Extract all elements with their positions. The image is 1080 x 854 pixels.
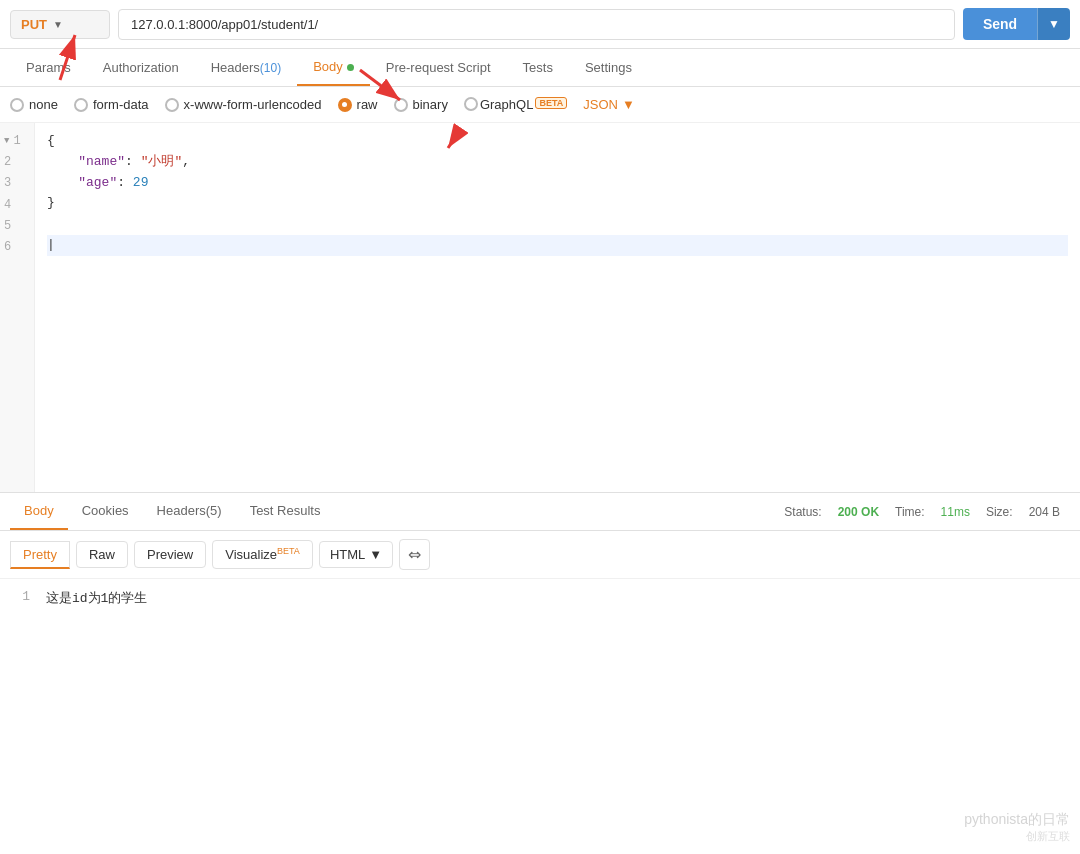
key-age: "age" [78, 175, 117, 190]
size-label: Size: [986, 505, 1013, 519]
code-editor[interactable]: ▼ 1 2 3 4 5 6 { "name": "小明", "age": 29 … [0, 123, 1080, 493]
json-format-label: JSON [583, 97, 618, 112]
code-line-6: | [47, 235, 1068, 256]
response-tab-bar: Body Cookies Headers(5) Test Results Sta… [0, 493, 1080, 531]
time-label: Time: [895, 505, 925, 519]
code-line-1: { [47, 131, 1068, 152]
json-format-dropdown[interactable]: JSON ▼ [583, 97, 635, 112]
option-raw[interactable]: raw [338, 97, 378, 112]
method-value: PUT [21, 17, 47, 32]
tab-body[interactable]: Body [297, 49, 370, 86]
response-line-num-1: 1 [10, 589, 30, 607]
format-type-dropdown[interactable]: HTML ▼ [319, 541, 393, 568]
tab-headers[interactable]: Headers(10) [195, 50, 297, 85]
status-value: 200 OK [838, 505, 879, 519]
status-label: Status: [784, 505, 821, 519]
tab-params[interactable]: Params [10, 50, 87, 85]
code-line-5 [47, 214, 1068, 235]
radio-graphql [464, 97, 478, 111]
val-age: 29 [133, 175, 149, 190]
code-content[interactable]: { "name": "小明", "age": 29 } | [35, 123, 1080, 492]
line-num-3: 3 [0, 173, 34, 194]
headers-badge: (10) [260, 61, 281, 75]
response-tabs: Body Cookies Headers(5) Test Results [10, 493, 334, 530]
radio-binary [394, 98, 408, 112]
format-visualize[interactable]: VisualizeBETA [212, 540, 313, 568]
request-tab-bar: Params Authorization Headers(10) Body Pr… [0, 49, 1080, 87]
watermark-line1: pythonista的日常 [964, 811, 1070, 829]
response-tab-test-results[interactable]: Test Results [236, 493, 335, 530]
json-dropdown-arrow: ▼ [622, 97, 635, 112]
send-dropdown-arrow[interactable]: ▼ [1037, 8, 1070, 40]
method-dropdown[interactable]: PUT ▼ [10, 10, 110, 39]
radio-raw [338, 98, 352, 112]
code-line-3: "age": 29 [47, 173, 1068, 194]
format-type-label: HTML [330, 547, 365, 562]
url-input[interactable] [118, 9, 955, 40]
radio-none [10, 98, 24, 112]
option-formdata-label: form-data [93, 97, 149, 112]
radio-urlencoded [165, 98, 179, 112]
option-graphql[interactable]: GraphQLBETA [464, 97, 567, 112]
key-name: "name" [78, 154, 125, 169]
tab-authorization[interactable]: Authorization [87, 50, 195, 85]
option-raw-label: raw [357, 97, 378, 112]
format-raw[interactable]: Raw [76, 541, 128, 568]
response-headers-badge: (5) [206, 503, 222, 518]
tab-headers-label: Headers [211, 60, 260, 75]
tab-tests[interactable]: Tests [507, 50, 569, 85]
send-button-group: Send ▼ [963, 8, 1070, 40]
line-num-5: 5 [0, 216, 34, 237]
response-body: 1 这是id为1的学生 [0, 579, 1080, 617]
radio-formdata [74, 98, 88, 112]
time-value: 11ms [941, 505, 970, 519]
line-num-1: ▼ 1 [0, 131, 34, 152]
line-num-4: 4 [0, 195, 34, 216]
body-active-dot [347, 64, 354, 71]
visualize-beta-tag: BETA [277, 546, 300, 556]
wrap-button[interactable]: ⇔ [399, 539, 430, 570]
code-line-4: } [47, 193, 1068, 214]
option-binary[interactable]: binary [394, 97, 448, 112]
option-urlencoded[interactable]: x-www-form-urlencoded [165, 97, 322, 112]
format-pretty[interactable]: Pretty [10, 541, 70, 569]
val-name: "小明" [141, 154, 183, 169]
size-value: 204 B [1029, 505, 1060, 519]
option-none[interactable]: none [10, 97, 58, 112]
response-status-bar: Status: 200 OK Time: 11ms Size: 204 B [784, 505, 1070, 519]
response-line-1: 1 这是id为1的学生 [10, 589, 1070, 607]
format-dropdown-arrow: ▼ [369, 547, 382, 562]
tab-body-label: Body [313, 59, 343, 74]
send-button[interactable]: Send [963, 8, 1037, 40]
option-graphql-label: GraphQL [480, 97, 533, 112]
tab-settings[interactable]: Settings [569, 50, 648, 85]
format-bar: Pretty Raw Preview VisualizeBETA HTML ▼ … [0, 531, 1080, 579]
request-bar: PUT ▼ Send ▼ [0, 0, 1080, 49]
method-dropdown-arrow: ▼ [53, 19, 63, 30]
graphql-beta-badge: BETA [535, 97, 567, 109]
option-formdata[interactable]: form-data [74, 97, 149, 112]
code-line-2: "name": "小明", [47, 152, 1068, 173]
body-type-bar: none form-data x-www-form-urlencoded raw… [0, 87, 1080, 123]
response-line-content-1: 这是id为1的学生 [46, 589, 147, 607]
line-num-6: 6 [0, 237, 34, 258]
line-num-2: 2 [0, 152, 34, 173]
response-tab-cookies[interactable]: Cookies [68, 493, 143, 530]
option-binary-label: binary [413, 97, 448, 112]
response-section: Body Cookies Headers(5) Test Results Sta… [0, 493, 1080, 617]
collapse-arrow-1: ▼ [4, 134, 9, 148]
response-headers-label: Headers [157, 503, 206, 518]
tab-prerequest[interactable]: Pre-request Script [370, 50, 507, 85]
line-numbers: ▼ 1 2 3 4 5 6 [0, 123, 35, 492]
response-tab-headers[interactable]: Headers(5) [143, 493, 236, 530]
watermark-line2: 创新互联 [964, 829, 1070, 844]
visualize-label: Visualize [225, 548, 277, 563]
response-tab-body[interactable]: Body [10, 493, 68, 530]
format-preview[interactable]: Preview [134, 541, 206, 568]
option-urlencoded-label: x-www-form-urlencoded [184, 97, 322, 112]
watermark: pythonista的日常 创新互联 [964, 811, 1070, 844]
option-none-label: none [29, 97, 58, 112]
